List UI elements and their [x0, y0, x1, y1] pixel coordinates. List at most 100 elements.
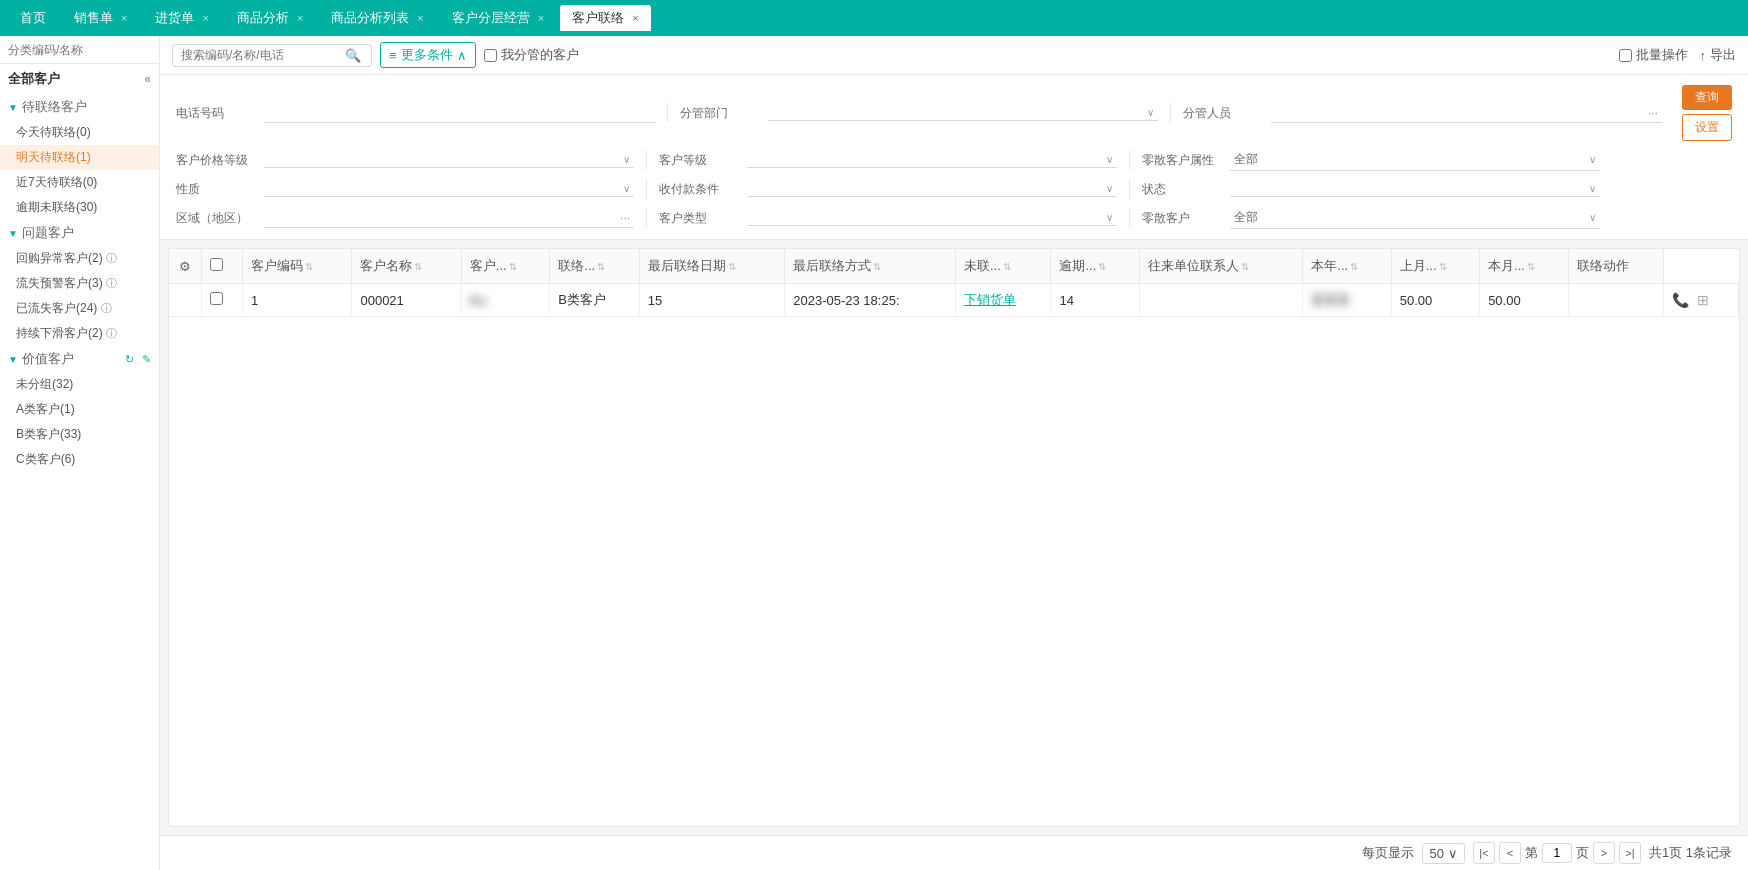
per-page-value: 50 [1429, 846, 1443, 861]
filter-icon: ≡ [389, 48, 397, 63]
col-last-month: 上月...⇅ [1391, 249, 1479, 284]
filter-phone-field: 电话号码 [176, 104, 655, 123]
sidebar-item-class-b[interactable]: B类客户(33) [0, 422, 159, 447]
col-last-contact-method: 最后联络方式⇅ [785, 249, 956, 284]
sidebar-item-class-c[interactable]: C类客户(6) [0, 447, 159, 472]
my-customers-checkbox[interactable] [484, 49, 497, 62]
filter-divider-7 [646, 208, 647, 228]
filter-customer-level-chevron: ∨ [1106, 154, 1113, 165]
filter-phone-input[interactable] [264, 104, 655, 123]
per-page-select[interactable]: 50 ∨ [1422, 843, 1464, 864]
reset-button[interactable]: 设置 [1682, 114, 1732, 141]
sidebar-item-churned[interactable]: 已流失客户(24) ⓘ [0, 296, 159, 321]
toolbar-search-input[interactable] [181, 48, 341, 62]
toolbar-search-icon[interactable]: 🔍 [345, 48, 361, 63]
nav-item-customer-segment[interactable]: 客户分层经营 × [440, 5, 556, 31]
bulk-label: 批量操作 [1636, 46, 1688, 64]
filter-dept-field: 分管部门 ∨ [680, 105, 1159, 122]
row-contact-person: 某某某 [1303, 284, 1391, 317]
filter-person-select[interactable]: ··· [1271, 104, 1662, 123]
filter-payment-field: 收付款条件 ∨ [659, 181, 1117, 198]
filter-customer-level-select[interactable]: ∨ [747, 152, 1117, 168]
sidebar-item-class-a[interactable]: A类客户(1) [0, 397, 159, 422]
total-records-label: 共1页 1条记录 [1649, 844, 1732, 862]
nav-item-product-analysis[interactable]: 商品分析 × [225, 5, 315, 31]
col-gear[interactable]: ⚙ [169, 249, 201, 284]
nav-product-analysis-close[interactable]: × [297, 12, 303, 24]
customers-table: ⚙ 客户编码⇅ 客户名称⇅ 客户...⇅ 联络...⇅ 最后联络日期⇅ 最后联络… [169, 249, 1739, 317]
last-page-button[interactable]: >| [1619, 842, 1641, 864]
filter-price-level-field: 客户价格等级 ∨ [176, 152, 634, 169]
sidebar-group-value-edit[interactable]: ✎ [142, 353, 151, 366]
filter-customer-type-select[interactable]: ∨ [747, 210, 1117, 226]
query-button[interactable]: 查询 [1682, 85, 1732, 110]
col-action: 联络动作 [1568, 249, 1664, 284]
col-this-year: 本年...⇅ [1303, 249, 1391, 284]
nav-customer-segment-label: 客户分层经营 [452, 9, 530, 27]
filter-person-ellipsis[interactable]: ··· [1648, 106, 1658, 120]
sidebar-item-7day-contact[interactable]: 近7天待联络(0) [0, 170, 159, 195]
toolbar-right-actions: 批量操作 ↑ 导出 [1619, 46, 1737, 64]
row-action-more-icon[interactable]: ⊞ [1697, 292, 1709, 308]
more-filter-button[interactable]: ≡ 更多条件 ∧ [380, 42, 476, 68]
sidebar-item-declining[interactable]: 持续下滑客户(2) ⓘ [0, 321, 159, 346]
nav-item-purchase[interactable]: 进货单 × [143, 5, 220, 31]
filter-btn-label: 更多条件 [401, 46, 453, 64]
select-all-checkbox[interactable] [210, 258, 223, 271]
export-icon: ↑ [1700, 48, 1707, 63]
sidebar-item-today-contact[interactable]: 今天待联络(0) [0, 120, 159, 145]
nav-product-list-close[interactable]: × [417, 12, 423, 24]
sidebar-item-ungrouped[interactable]: 未分组(32) [0, 372, 159, 397]
sidebar-group-value-refresh[interactable]: ↻ [125, 353, 134, 366]
page-number-input[interactable] [1542, 843, 1572, 863]
bulk-operation-button[interactable]: 批量操作 [1619, 46, 1688, 64]
sidebar-collapse-icon[interactable]: « [144, 72, 151, 86]
next-page-button[interactable]: > [1593, 842, 1615, 864]
filter-region-ellipsis[interactable]: ··· [620, 211, 630, 225]
sidebar-all-customers-label: 全部客户 [8, 70, 60, 88]
filter-price-level-select[interactable]: ∨ [264, 152, 634, 168]
filter-region-select[interactable]: ··· [264, 209, 634, 228]
prev-page-button[interactable]: < [1499, 842, 1521, 864]
export-button[interactable]: ↑ 导出 [1700, 46, 1737, 64]
nav-purchase-close[interactable]: × [202, 12, 208, 24]
first-page-button[interactable]: |< [1473, 842, 1495, 864]
my-customers-checkbox-area: 我分管的客户 [484, 46, 579, 64]
filter-person-field: 分管人员 ··· [1183, 104, 1662, 123]
row-select-checkbox[interactable] [210, 292, 223, 305]
filter-retail-attr-field: 零散客户属性 全部 ∨ [1142, 149, 1600, 171]
filter-retail-attr-select[interactable]: 全部 ∨ [1230, 149, 1600, 171]
filter-nature-select[interactable]: ∨ [264, 181, 634, 197]
sidebar-item-overdue-contact[interactable]: 逾期未联络(30) [0, 195, 159, 220]
sidebar-item-churn-warning[interactable]: 流失预警客户(3) ⓘ [0, 271, 159, 296]
nav-customer-contact-close[interactable]: × [632, 12, 638, 24]
nav-item-product-list[interactable]: 商品分析列表 × [319, 5, 435, 31]
filter-divider-6 [1129, 179, 1130, 199]
nav-sales-close[interactable]: × [121, 12, 127, 24]
filter-dept-select[interactable]: ∨ [768, 105, 1159, 121]
sidebar-all-customers-header[interactable]: 全部客户 « [0, 64, 159, 94]
filter-status-select[interactable]: ∨ [1230, 181, 1600, 197]
nav-item-sales[interactable]: 销售单 × [62, 5, 139, 31]
sidebar-group-value-arrow: ▼ [8, 354, 18, 365]
row-action-phone-icon[interactable]: 📞 [1672, 292, 1689, 308]
nav-item-home[interactable]: 首页 [8, 5, 58, 31]
table-body: 1 000021 Ea B类客户 15 2023-05-23 18:25: 下销… [169, 284, 1739, 317]
sidebar-group-value[interactable]: ▼ 价值客户 ↻ ✎ [0, 346, 159, 372]
sidebar-item-tomorrow-contact[interactable]: 明天待联络(1) [0, 145, 159, 170]
bulk-checkbox[interactable] [1619, 49, 1632, 62]
filter-retail-select[interactable]: 全部 ∨ [1230, 207, 1600, 229]
filter-nature-chevron: ∨ [623, 183, 630, 194]
filter-price-level-chevron: ∨ [623, 154, 630, 165]
filter-customer-type-chevron: ∨ [1106, 212, 1113, 223]
sidebar-search-input[interactable] [8, 43, 158, 57]
row-actions: 📞 ⊞ [1664, 284, 1739, 317]
contact-method-link[interactable]: 下销货单 [964, 292, 1016, 307]
sidebar-item-repurchase-anomaly[interactable]: 回购异常客户(2) ⓘ [0, 246, 159, 271]
nav-customer-segment-close[interactable]: × [538, 12, 544, 24]
nav-item-customer-contact[interactable]: 客户联络 × [560, 5, 650, 31]
filter-payment-select[interactable]: ∨ [747, 181, 1117, 197]
sidebar-group-pending[interactable]: ▼ 待联络客户 [0, 94, 159, 120]
sidebar-group-problem[interactable]: ▼ 问题客户 [0, 220, 159, 246]
filter-row-2: 客户价格等级 ∨ 客户等级 ∨ 零散客户属性 [176, 149, 1732, 171]
